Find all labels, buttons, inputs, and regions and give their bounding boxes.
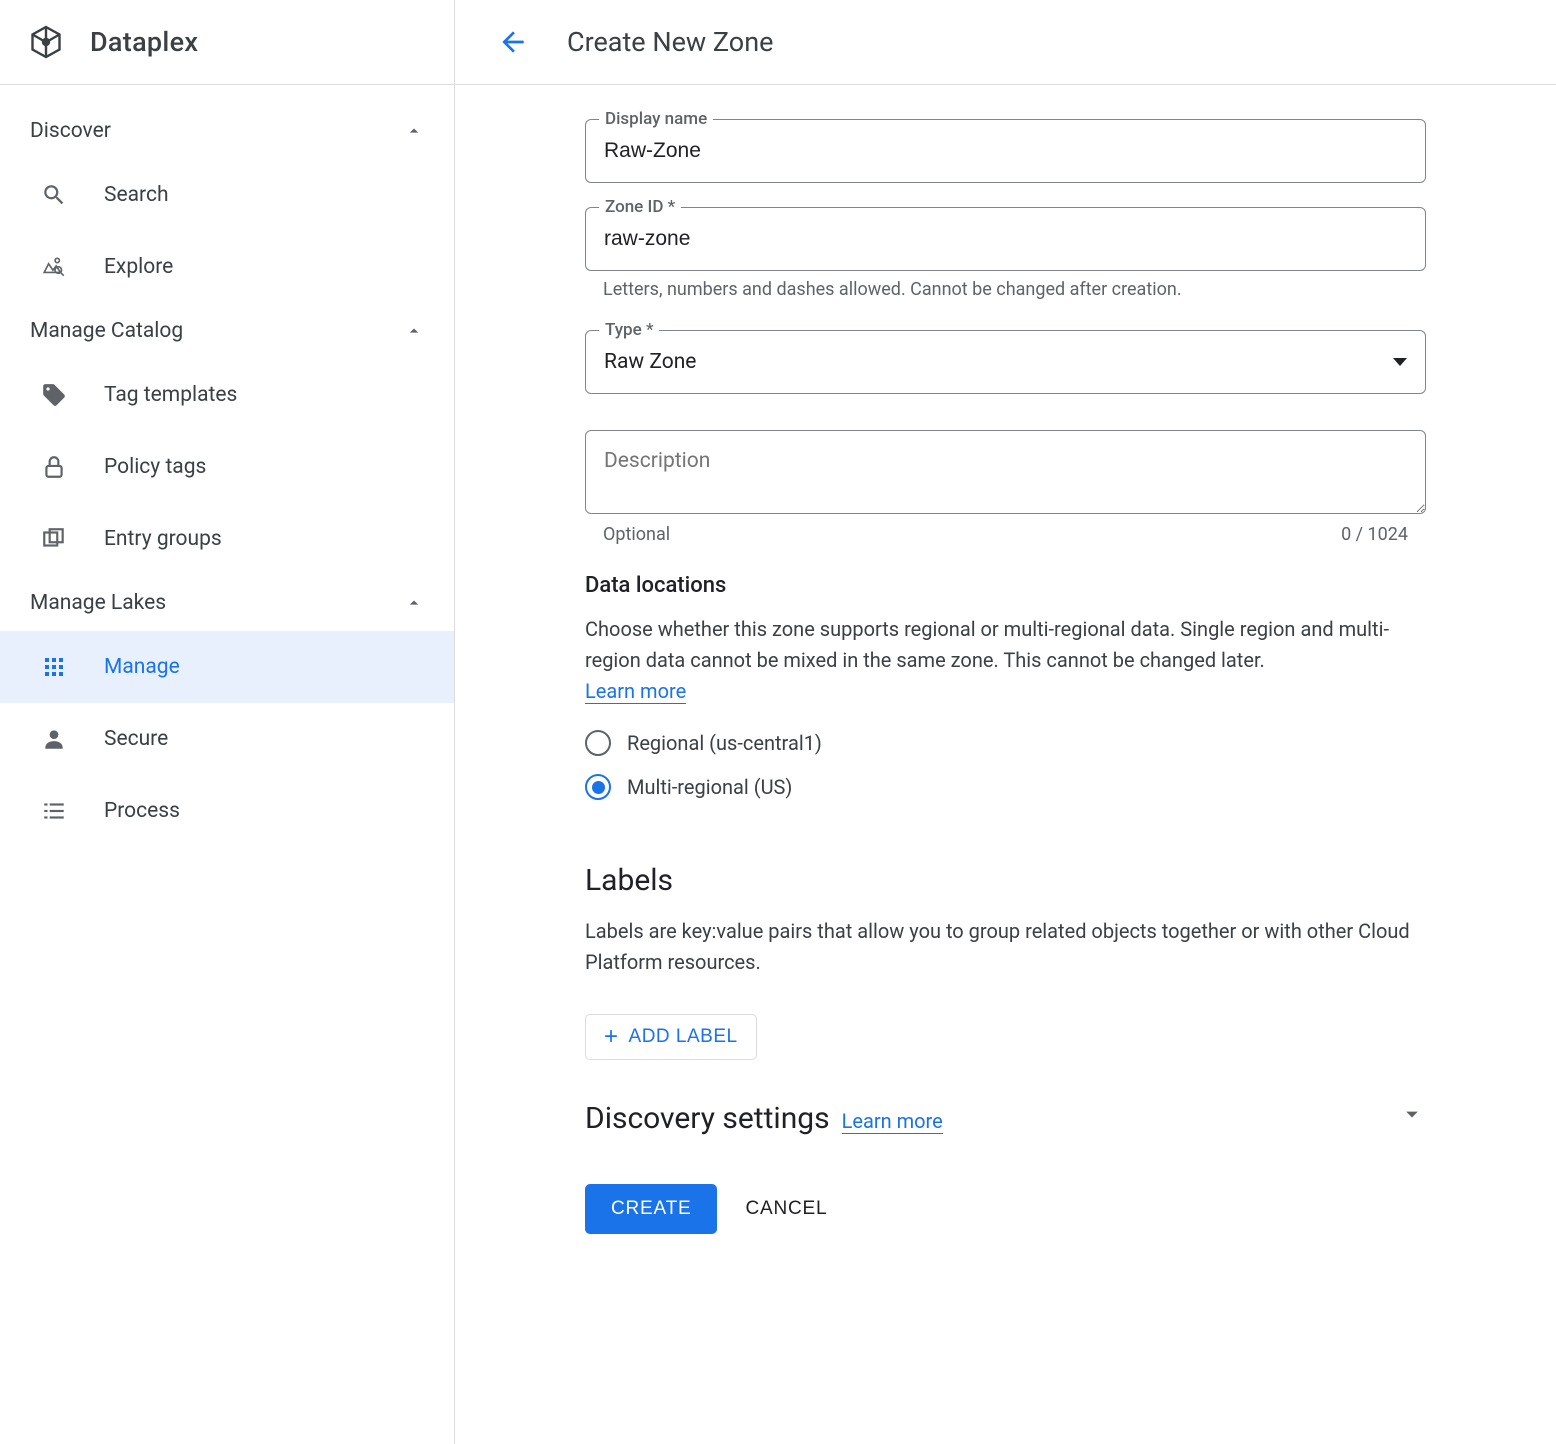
- section-title: Manage Lakes: [30, 591, 166, 615]
- section-header-lakes[interactable]: Manage Lakes: [0, 575, 454, 631]
- chevron-up-icon: [404, 121, 424, 141]
- display-name-field-group: Display name: [585, 119, 1426, 183]
- sidebar-item-label: Tag templates: [104, 383, 237, 407]
- section-title: Manage Catalog: [30, 319, 183, 343]
- description-field-group: Optional 0 / 1024: [585, 430, 1426, 545]
- person-icon: [40, 725, 68, 753]
- sidebar-item-search[interactable]: Search: [0, 159, 454, 231]
- zone-id-input[interactable]: [585, 207, 1426, 271]
- list-icon: [40, 797, 68, 825]
- dataplex-logo-icon: [28, 24, 64, 60]
- main-header: Create New Zone: [455, 0, 1556, 85]
- zone-id-label: Zone ID *: [599, 197, 681, 217]
- sidebar-item-label: Policy tags: [104, 455, 206, 479]
- search-icon: [40, 181, 68, 209]
- chevron-up-icon: [404, 321, 424, 341]
- entry-groups-icon: [40, 525, 68, 553]
- labels-title: Labels: [585, 863, 1426, 898]
- section-title: Discover: [30, 119, 111, 143]
- radio-regional[interactable]: Regional (us-central1): [585, 721, 1426, 765]
- sidebar-header: Dataplex: [0, 0, 454, 85]
- radio-icon: [585, 774, 611, 800]
- sidebar-item-process[interactable]: Process: [0, 775, 454, 847]
- sidebar-item-label: Manage: [104, 655, 180, 679]
- action-row: CREATE CANCEL: [585, 1184, 1426, 1234]
- sidebar-item-label: Process: [104, 799, 180, 823]
- explore-icon: [40, 253, 68, 281]
- product-name: Dataplex: [90, 26, 198, 58]
- display-name-label: Display name: [599, 109, 713, 129]
- zone-id-helper: Letters, numbers and dashes allowed. Can…: [585, 279, 1426, 300]
- labels-desc: Labels are key:value pairs that allow yo…: [585, 916, 1426, 978]
- add-label-button[interactable]: + ADD LABEL: [585, 1014, 757, 1060]
- radio-icon: [585, 730, 611, 756]
- sidebar-item-label: Secure: [104, 727, 168, 751]
- sidebar-item-entry-groups[interactable]: Entry groups: [0, 503, 454, 575]
- form-body: Display name Zone ID * Letters, numbers …: [455, 85, 1556, 1274]
- radio-multi-regional[interactable]: Multi-regional (US): [585, 765, 1426, 809]
- apps-grid-icon: [40, 653, 68, 681]
- chevron-down-icon[interactable]: [1398, 1100, 1426, 1128]
- zone-id-field-group: Zone ID * Letters, numbers and dashes al…: [585, 207, 1426, 300]
- radio-label: Multi-regional (US): [627, 775, 792, 799]
- data-locations-title: Data locations: [585, 573, 1426, 598]
- cancel-button[interactable]: CANCEL: [745, 1198, 827, 1220]
- description-optional: Optional: [603, 524, 670, 545]
- sidebar-item-tag-templates[interactable]: Tag templates: [0, 359, 454, 431]
- create-button[interactable]: CREATE: [585, 1184, 717, 1234]
- plus-icon: +: [604, 1025, 619, 1049]
- type-select[interactable]: Raw Zone: [585, 330, 1426, 394]
- sidebar-item-label: Search: [104, 183, 169, 207]
- description-input[interactable]: [585, 430, 1426, 514]
- main-panel: Create New Zone Display name Zone ID * L…: [455, 0, 1556, 1444]
- sidebar-item-explore[interactable]: Explore: [0, 231, 454, 303]
- sidebar-body: Discover Search Explore Manage Catalog T…: [0, 85, 454, 847]
- discovery-learn-more[interactable]: Learn more: [842, 1109, 943, 1134]
- page-title: Create New Zone: [567, 26, 773, 58]
- sidebar-item-policy-tags[interactable]: Policy tags: [0, 431, 454, 503]
- add-label-text: ADD LABEL: [629, 1026, 738, 1048]
- dropdown-arrow-icon: [1393, 358, 1407, 366]
- arrow-back-icon: [497, 26, 529, 58]
- sidebar-item-label: Explore: [104, 255, 173, 279]
- sidebar-item-manage[interactable]: Manage: [0, 631, 454, 703]
- section-header-discover[interactable]: Discover: [0, 103, 454, 159]
- type-label: Type *: [599, 320, 659, 340]
- discovery-settings-row[interactable]: Discovery settings Learn more: [585, 1100, 1426, 1136]
- lock-icon: [40, 453, 68, 481]
- data-locations-radio-group: Regional (us-central1) Multi-regional (U…: [585, 721, 1426, 809]
- discovery-title: Discovery settings: [585, 1101, 830, 1136]
- sidebar: Dataplex Discover Search Explore Manage …: [0, 0, 455, 1444]
- section-header-catalog[interactable]: Manage Catalog: [0, 303, 454, 359]
- chevron-up-icon: [404, 593, 424, 613]
- type-value: Raw Zone: [604, 350, 696, 374]
- data-locations-desc: Choose whether this zone supports region…: [585, 614, 1426, 707]
- tag-icon: [40, 381, 68, 409]
- sidebar-item-label: Entry groups: [104, 527, 222, 551]
- radio-label: Regional (us-central1): [627, 731, 822, 755]
- data-locations-learn-more[interactable]: Learn more: [585, 679, 686, 704]
- back-button[interactable]: [495, 24, 531, 60]
- description-counter: 0 / 1024: [1341, 524, 1408, 545]
- sidebar-item-secure[interactable]: Secure: [0, 703, 454, 775]
- type-field-group: Type * Raw Zone: [585, 330, 1426, 394]
